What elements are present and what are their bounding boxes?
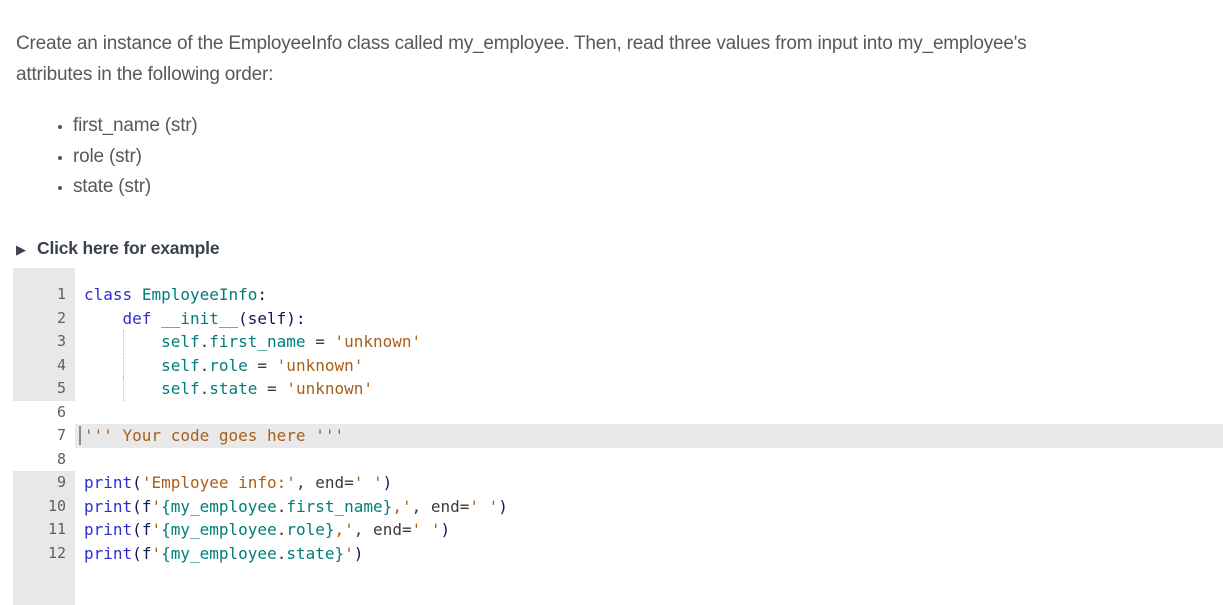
line-number: 10 (13, 495, 75, 519)
editor-left-margin (0, 268, 13, 605)
line-number: 12 (13, 542, 75, 566)
example-toggle-label: Click here for example (37, 238, 219, 259)
indent-guide (123, 354, 124, 378)
instructions: Create an instance of the EmployeeInfo c… (16, 28, 1207, 90)
line-number: 3 (13, 330, 75, 354)
line-number: 9 (13, 471, 75, 495)
triangle-right-icon: ▶ (16, 243, 26, 256)
line-number: 7 (13, 424, 75, 448)
code-line-8[interactable] (75, 448, 1223, 472)
code-lines[interactable]: class EmployeeInfo: def __init__(self): … (75, 268, 1223, 605)
instructions-line-1: Create an instance of the EmployeeInfo c… (16, 33, 1026, 54)
editor-gutter: 123456789101112 (13, 268, 75, 605)
list-item: role (str) (73, 142, 1207, 173)
code-editor[interactable]: 123456789101112 class EmployeeInfo: def … (0, 268, 1223, 605)
code-line-5[interactable]: self.state = 'unknown' (75, 377, 1223, 401)
list-item: first_name (str) (73, 111, 1207, 142)
code-line-12[interactable]: print(f'{my_employee.state}') (75, 542, 1223, 566)
indent-guide (123, 377, 124, 401)
code-line-9[interactable]: print('Employee info:', end=' ') (75, 471, 1223, 495)
line-number: 8 (13, 448, 75, 472)
line-number: 5 (13, 377, 75, 401)
code-line-6[interactable] (75, 401, 1223, 425)
line-number: 6 (13, 401, 75, 425)
text-cursor (79, 426, 81, 445)
attribute-list: first_name (str) role (str) state (str) (16, 111, 1207, 203)
code-line-2[interactable]: def __init__(self): (75, 307, 1223, 331)
code-line-10[interactable]: print(f'{my_employee.first_name},', end=… (75, 495, 1223, 519)
code-line-11[interactable]: print(f'{my_employee.role},', end=' ') (75, 518, 1223, 542)
code-line-7[interactable]: ''' Your code goes here ''' (75, 424, 1223, 448)
code-line-4[interactable]: self.role = 'unknown' (75, 354, 1223, 378)
list-item: state (str) (73, 172, 1207, 203)
line-number: 1 (13, 283, 75, 307)
instructions-line-2: attributes in the following order: (16, 64, 273, 85)
example-toggle[interactable]: ▶ Click here for example (16, 238, 219, 259)
line-number: 11 (13, 518, 75, 542)
code-line-3[interactable]: self.first_name = 'unknown' (75, 330, 1223, 354)
line-number: 2 (13, 307, 75, 331)
indent-guide (123, 330, 124, 354)
code-line-1[interactable]: class EmployeeInfo: (75, 283, 1223, 307)
line-number: 4 (13, 354, 75, 378)
exercise-panel: Create an instance of the EmployeeInfo c… (0, 0, 1223, 259)
